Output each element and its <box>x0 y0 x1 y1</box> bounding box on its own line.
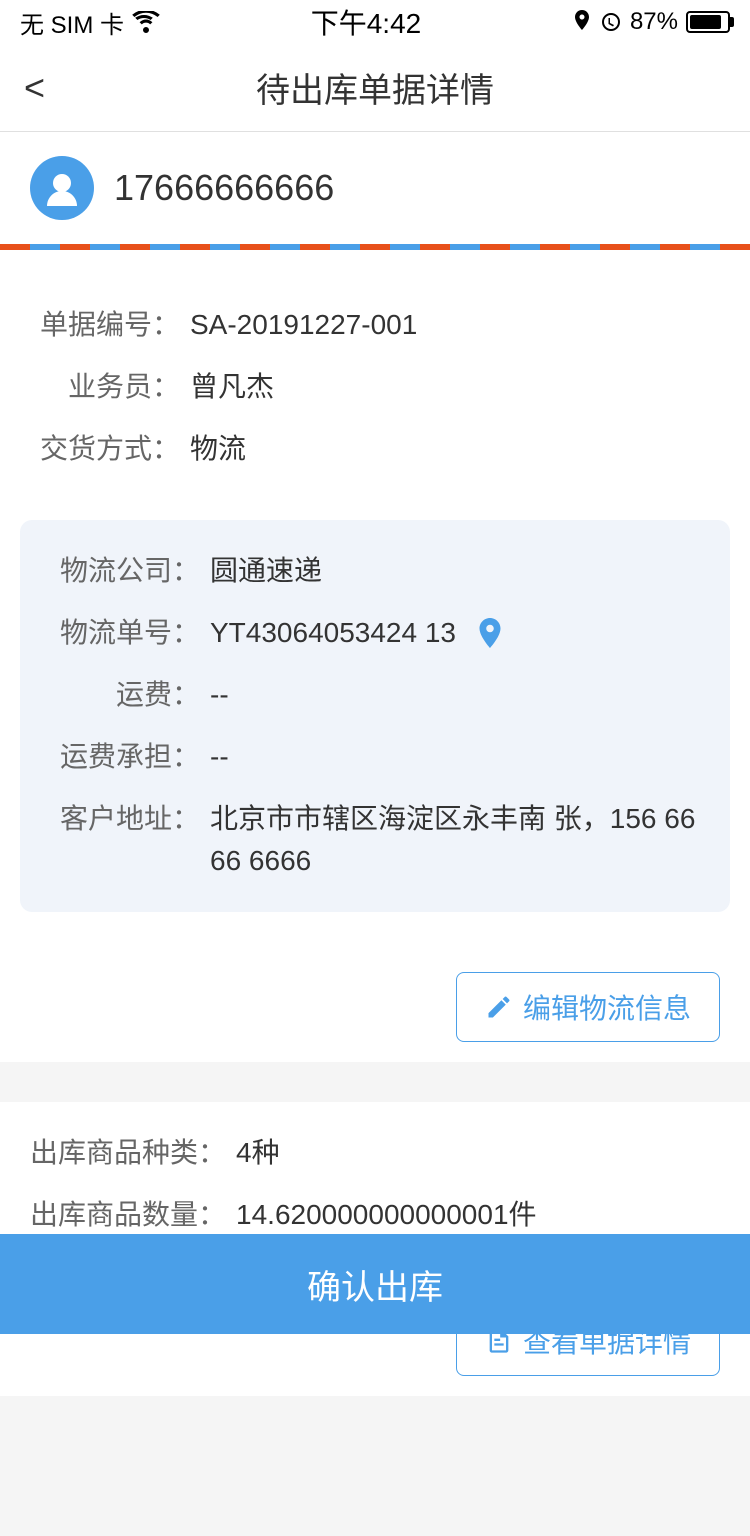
tracking-value: YT43064053424 13 <box>210 612 700 654</box>
delivery-value: 物流 <box>190 428 720 470</box>
user-icon <box>42 168 82 208</box>
freight-bearer-value: -- <box>210 736 700 778</box>
logistics-company-label: 物流公司： <box>50 550 210 592</box>
freight-bearer-label: 运费承担： <box>50 736 210 778</box>
battery-icon <box>686 11 730 33</box>
freight-row: 运费： -- <box>50 664 700 726</box>
order-number-row: 单据编号： SA-20191227-001 <box>30 294 720 356</box>
delivery-label: 交货方式： <box>30 428 190 470</box>
confirm-button[interactable]: 确认出库 <box>0 1234 750 1334</box>
edit-logistics-area: 编辑物流信息 <box>0 952 750 1062</box>
status-bar: 无 SIM 卡 下午4:42 87% <box>0 0 750 44</box>
order-info-section: 单据编号： SA-20191227-001 业务员： 曾凡杰 交货方式： 物流 <box>0 274 750 500</box>
status-left: 无 SIM 卡 <box>20 5 160 40</box>
goods-quantity-value: 14.620000000000001件 <box>236 1194 720 1236</box>
goods-types-label: 出库商品种类： <box>30 1132 236 1174</box>
confirm-button-label: 确认出库 <box>307 1260 443 1309</box>
location-status-icon <box>572 10 592 34</box>
section-separator-1 <box>0 1082 750 1102</box>
logistics-card: 物流公司： 圆通速递 物流单号： YT43064053424 13 <box>20 520 730 912</box>
customer-phone: 17666666666 <box>114 167 334 209</box>
tracking-label: 物流单号： <box>50 612 210 654</box>
customer-header: 17666666666 <box>0 132 750 244</box>
status-time: 下午4:42 <box>311 2 422 42</box>
order-number-label: 单据编号： <box>30 304 190 346</box>
status-right: 87% <box>572 8 730 36</box>
logistics-company-row: 物流公司： 圆通速递 <box>50 540 700 602</box>
freight-label: 运费： <box>50 674 210 716</box>
tracking-row: 物流单号： YT43064053424 13 <box>50 602 700 664</box>
carrier-text: 无 SIM 卡 <box>20 5 124 40</box>
delivery-row: 交货方式： 物流 <box>30 418 720 480</box>
freight-bearer-row: 运费承担： -- <box>50 726 700 788</box>
edit-logistics-button[interactable]: 编辑物流信息 <box>456 972 720 1042</box>
nav-bar: < 待出库单据详情 <box>0 44 750 132</box>
edit-icon <box>485 993 513 1021</box>
page-title: 待出库单据详情 <box>256 63 494 112</box>
dashed-divider <box>0 244 750 250</box>
address-value: 北京市市辖区海淀区永丰南 张，156 6666 6666 <box>210 798 700 882</box>
salesman-label: 业务员： <box>30 366 190 408</box>
goods-types-row: 出库商品种类： 4种 <box>30 1122 720 1184</box>
address-label: 客户地址： <box>50 798 210 840</box>
freight-value: -- <box>210 674 700 716</box>
avatar <box>30 156 94 220</box>
back-button[interactable]: < <box>24 67 45 109</box>
salesman-value: 曾凡杰 <box>190 366 720 408</box>
goods-types-value: 4种 <box>236 1132 720 1174</box>
address-row: 客户地址： 北京市市辖区海淀区永丰南 张，156 6666 6666 <box>50 788 700 892</box>
salesman-row: 业务员： 曾凡杰 <box>30 356 720 418</box>
order-number-value: SA-20191227-001 <box>190 304 720 346</box>
wifi-icon <box>132 11 160 33</box>
logistics-company-value: 圆通速递 <box>210 550 700 592</box>
battery-percent: 87% <box>630 8 678 36</box>
map-pin-icon[interactable] <box>472 615 508 651</box>
goods-quantity-label: 出库商品数量： <box>30 1194 236 1236</box>
alarm-icon <box>600 11 622 33</box>
